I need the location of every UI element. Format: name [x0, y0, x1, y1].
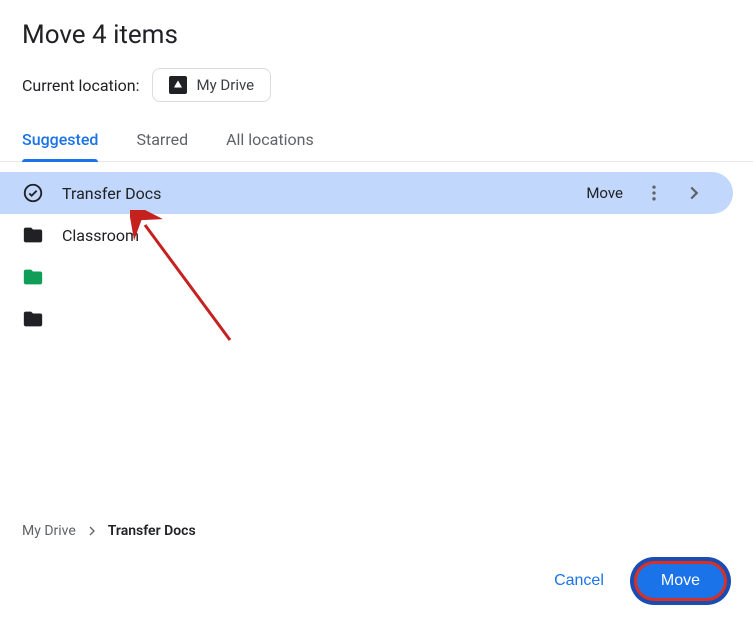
folder-label: Transfer Docs [62, 184, 560, 203]
folder-icon [22, 224, 44, 246]
folder-label: Classroom [62, 226, 731, 245]
shared-folder-icon [22, 266, 44, 288]
breadcrumb-root[interactable]: My Drive [22, 523, 76, 539]
current-location-row: Current location: My Drive [0, 68, 753, 102]
folder-icon [22, 308, 44, 330]
tab-starred[interactable]: Starred [136, 122, 188, 161]
chevron-right-icon [84, 523, 100, 539]
more-options-icon[interactable] [637, 176, 671, 210]
move-button-highlight: Move [630, 557, 731, 605]
tab-suggested[interactable]: Suggested [22, 122, 98, 161]
breadcrumb: My Drive Transfer Docs [0, 523, 753, 539]
folder-row-obscured-1[interactable] [0, 256, 753, 298]
folder-row-classroom[interactable]: Classroom [0, 214, 753, 256]
breadcrumb-current: Transfer Docs [108, 523, 196, 539]
drive-icon [169, 76, 187, 94]
folder-list: Transfer Docs Move Classroom [0, 172, 753, 523]
row-actions: Move [578, 176, 711, 210]
folder-row-obscured-2[interactable] [0, 298, 753, 340]
move-dialog: Move 4 items Current location: My Drive … [0, 0, 753, 623]
folder-row-transfer-docs[interactable]: Transfer Docs Move [0, 172, 733, 214]
check-circle-icon [22, 182, 44, 204]
chevron-right-icon[interactable] [677, 176, 711, 210]
tabs: Suggested Starred All locations [0, 122, 753, 162]
current-location-value: My Drive [197, 76, 255, 94]
dialog-footer: Cancel Move [0, 557, 753, 623]
current-location-chip[interactable]: My Drive [152, 68, 272, 102]
quick-move-button[interactable]: Move [578, 180, 631, 206]
current-location-label: Current location: [22, 76, 140, 95]
cancel-button[interactable]: Cancel [538, 562, 620, 600]
dialog-title: Move 4 items [0, 20, 753, 50]
move-button[interactable]: Move [634, 561, 727, 601]
tab-all-locations[interactable]: All locations [226, 122, 314, 161]
